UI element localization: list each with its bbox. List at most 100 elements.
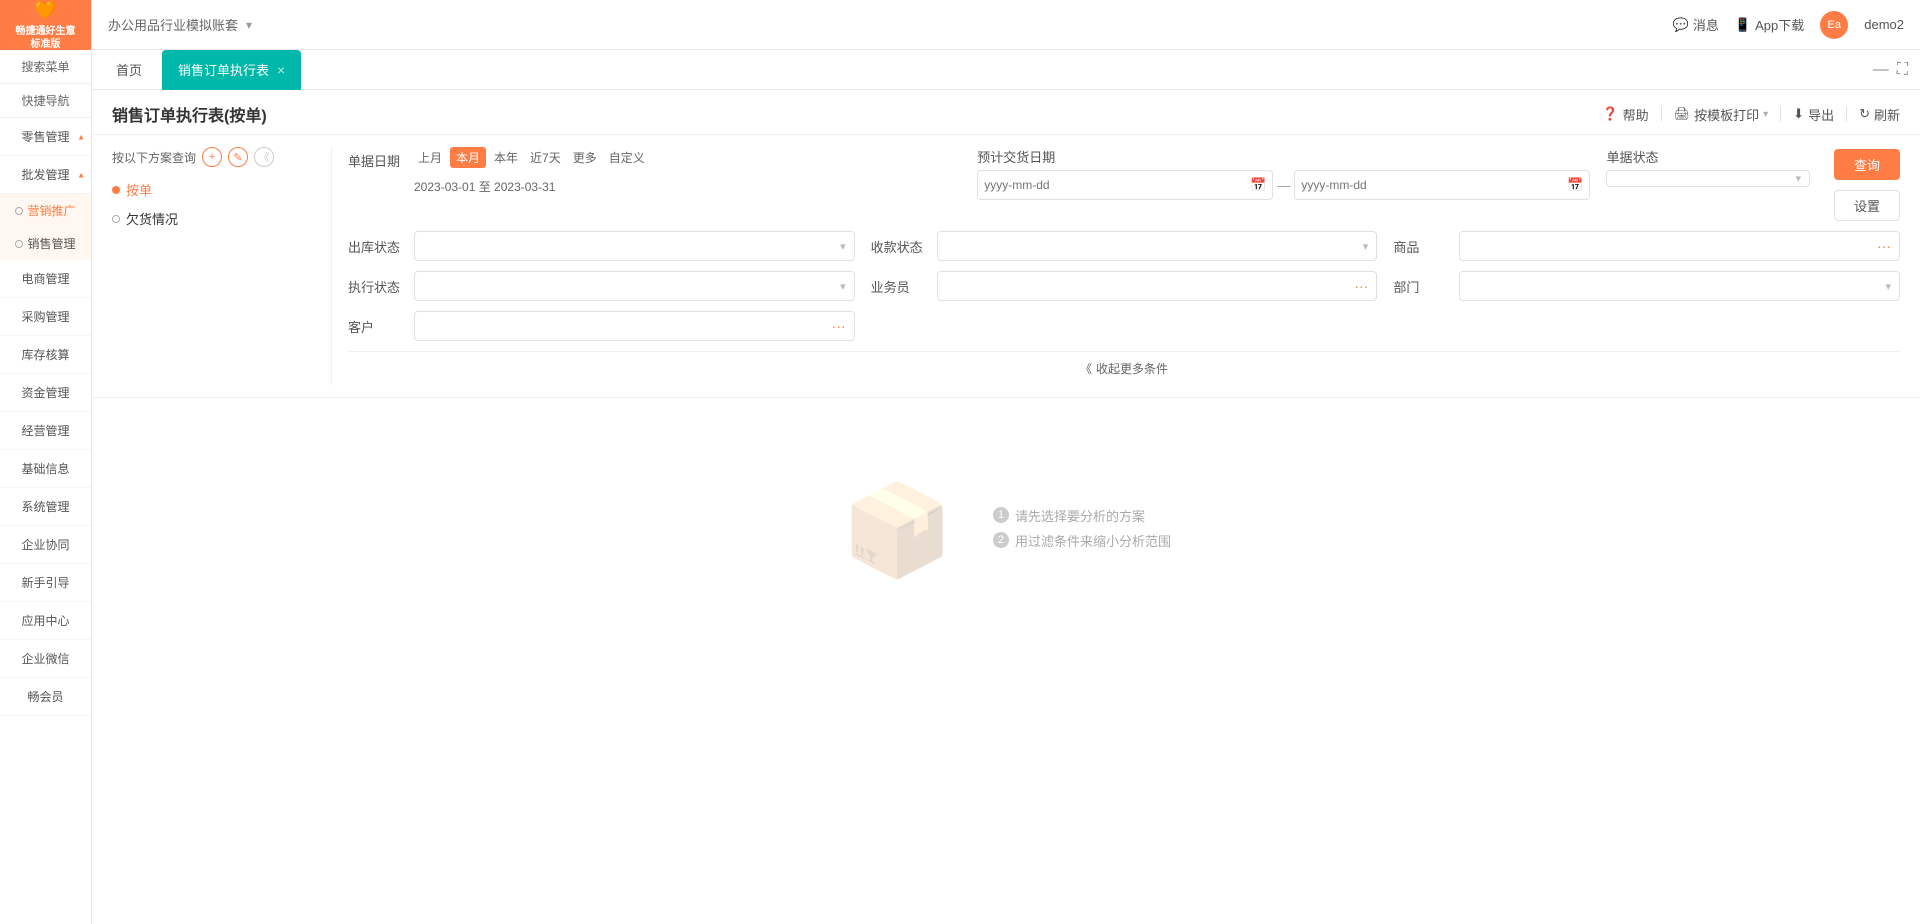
print-btn[interactable]: 🖨 按模板打印 ▾ (1674, 105, 1769, 124)
date-tab-custom[interactable]: 自定义 (605, 147, 649, 168)
tab-fullscreen-icon[interactable]: ⛶ (1897, 61, 1908, 79)
sidebar-item-ecommerce[interactable]: 电商管理 (0, 260, 91, 298)
collection-status-control[interactable]: ▾ (937, 231, 1378, 261)
tab-home-label: 首页 (116, 60, 142, 79)
filter-scheme-list: 按单 欠货情况 (112, 175, 319, 233)
sidebar-menu: 零售管理 批发管理 营销推广 销售管理 电商管理 采购管理 库存核算 资金管理 … (0, 118, 91, 924)
salesperson-more-icon[interactable]: ··· (1354, 278, 1368, 294)
collection-status-item: 收款状态 ▾ (871, 231, 1378, 261)
sidebar-item-inventory[interactable]: 库存核算 (0, 336, 91, 374)
delivery-status-control[interactable]: ▾ (414, 231, 855, 261)
tab-minimize-icon[interactable]: — (1873, 61, 1889, 79)
sidebar-search[interactable]: 搜索菜单 (0, 50, 91, 84)
sidebar-subitem-sales-mgmt[interactable]: 销售管理 (0, 227, 91, 260)
scheme-item-by-order[interactable]: 按单 (112, 175, 319, 204)
empty-state-inner: 📦 1 请先选择要分析的方案 2 用过滤条件来缩小分析范围 (841, 478, 1171, 583)
expected-from-input[interactable]: 📅 (977, 170, 1273, 200)
export-icon: ⬇ (1793, 106, 1804, 122)
sidebar-item-purchase[interactable]: 采购管理 (0, 298, 91, 336)
empty-tip1: 1 请先选择要分析的方案 (993, 506, 1171, 525)
tab-close-icon[interactable]: × (277, 62, 285, 78)
goods-control[interactable]: ··· (1459, 231, 1900, 261)
add-filter-btn[interactable]: + (202, 147, 222, 167)
collapse-more-btn[interactable]: 《 收起更多条件 (348, 351, 1900, 385)
sidebar-item-newbie[interactable]: 新手引导 (0, 564, 91, 602)
settings-btn[interactable]: 设置 (1834, 190, 1900, 221)
sidebar-item-operations[interactable]: 经营管理 (0, 412, 91, 450)
salesperson-item: 业务员 ··· (871, 271, 1378, 301)
date-tab-more[interactable]: 更多 (569, 147, 601, 168)
sidebar-item-system[interactable]: 系统管理 (0, 488, 91, 526)
execution-status-control[interactable]: ▾ (414, 271, 855, 301)
export-btn[interactable]: ⬇ 导出 (1793, 105, 1834, 124)
execution-arrow: ▾ (840, 280, 846, 293)
tab-home[interactable]: 首页 (100, 50, 158, 90)
tabs-right-icons: — ⛶ (1873, 61, 1920, 79)
help-label: 帮助 (1623, 105, 1649, 124)
delivery-status-input[interactable] (423, 239, 836, 254)
query-btn[interactable]: 查询 (1834, 149, 1900, 180)
goods-label: 商品 (1393, 237, 1453, 256)
tip-num1: 1 (993, 507, 1009, 523)
sidebar-item-member[interactable]: 畅会员 (0, 678, 91, 716)
search-label[interactable]: 搜索菜单 (21, 60, 69, 74)
expected-from-field[interactable] (984, 178, 1246, 192)
department-input[interactable] (1468, 279, 1881, 294)
customer-label: 客户 (348, 317, 408, 336)
date-tab-last-month[interactable]: 上月 (414, 147, 446, 168)
sidebar-item-corp-wechat[interactable]: 企业微信 (0, 640, 91, 678)
page-inner: 销售订单执行表(按单) ❓ 帮助 🖨 按模板打印 ▾ ⬇ (92, 90, 1920, 924)
collapse-left-btn[interactable]: 《 (254, 147, 274, 167)
expected-to-input[interactable]: 📅 (1294, 170, 1590, 200)
sidebar-item-finance[interactable]: 资金管理 (0, 374, 91, 412)
help-btn[interactable]: ❓ 帮助 (1602, 105, 1648, 124)
goods-more-icon[interactable]: ··· (1877, 238, 1891, 254)
empty-tips: 1 请先选择要分析的方案 2 用过滤条件来缩小分析范围 (993, 506, 1171, 556)
sidebar-item-wholesale[interactable]: 批发管理 (0, 156, 91, 194)
industry-dropdown-icon[interactable]: ▾ (246, 18, 252, 32)
order-status-input[interactable] (1615, 171, 1791, 186)
sidebar-item-basic-info[interactable]: 基础信息 (0, 450, 91, 488)
sidebar-item-app-center[interactable]: 应用中心 (0, 602, 91, 640)
filter-title-text: 按以下方案查询 (112, 149, 196, 166)
collection-status-input[interactable] (946, 239, 1359, 254)
date-field-header: 单据日期 上月 本月 本年 近7天 更多 自定义 (348, 147, 961, 174)
top-header-left: 办公用品行业模拟账套 ▾ (108, 15, 252, 34)
print-arrow-icon: ▾ (1763, 109, 1768, 120)
active-scheme-icon (112, 186, 120, 194)
tab-sales-exec[interactable]: 销售订单执行表 × (162, 50, 301, 90)
sidebar-subitem-sales-promo[interactable]: 营销推广 (0, 194, 91, 227)
date-tab-this-year[interactable]: 本年 (490, 147, 522, 168)
page-header: 销售订单执行表(按单) ❓ 帮助 🖨 按模板打印 ▾ ⬇ (92, 90, 1920, 135)
sidebar-item-enterprise[interactable]: 企业协同 (0, 526, 91, 564)
customer-input[interactable] (423, 319, 828, 334)
date-tab-last7[interactable]: 近7天 (526, 147, 565, 168)
refresh-btn[interactable]: ↻ 刷新 (1859, 105, 1900, 124)
scheme-item-shortage[interactable]: 欠货情况 (112, 204, 319, 233)
date-label: 单据日期 (348, 151, 408, 170)
salesperson-control[interactable]: ··· (937, 271, 1378, 301)
order-status-select[interactable]: ▾ (1606, 170, 1810, 187)
customer-control[interactable]: ··· (414, 311, 855, 341)
app-logo: 🧡 畅捷通好生意 标准版 (0, 0, 91, 50)
salesperson-label: 业务员 (871, 277, 931, 296)
user-avatar[interactable]: Ea (1820, 11, 1848, 39)
expected-to-field[interactable] (1301, 178, 1563, 192)
salesperson-input[interactable] (946, 279, 1351, 294)
app-icon: 📱 (1735, 17, 1751, 33)
expected-delivery-field: 预计交货日期 📅 — 📅 (977, 147, 1590, 200)
nav-label[interactable]: 快捷导航 (21, 94, 69, 108)
sidebar-item-retail[interactable]: 零售管理 (0, 118, 91, 156)
message-btn[interactable]: 💬 消息 (1673, 15, 1719, 34)
app-download-btn[interactable]: 📱 App下载 (1735, 15, 1804, 34)
user-name[interactable]: demo2 (1864, 17, 1904, 32)
execution-status-input[interactable] (423, 279, 836, 294)
sidebar-nav-shortcut[interactable]: 快捷导航 (0, 84, 91, 118)
date-tab-this-month[interactable]: 本月 (450, 147, 486, 168)
customer-more-icon[interactable]: ··· (832, 318, 846, 334)
goods-input[interactable] (1468, 239, 1873, 254)
calendar-icon: 📅 (1250, 177, 1266, 193)
department-control[interactable]: ▾ (1459, 271, 1900, 301)
department-arrow: ▾ (1885, 280, 1891, 293)
edit-filter-btn[interactable]: ✎ (228, 147, 248, 167)
